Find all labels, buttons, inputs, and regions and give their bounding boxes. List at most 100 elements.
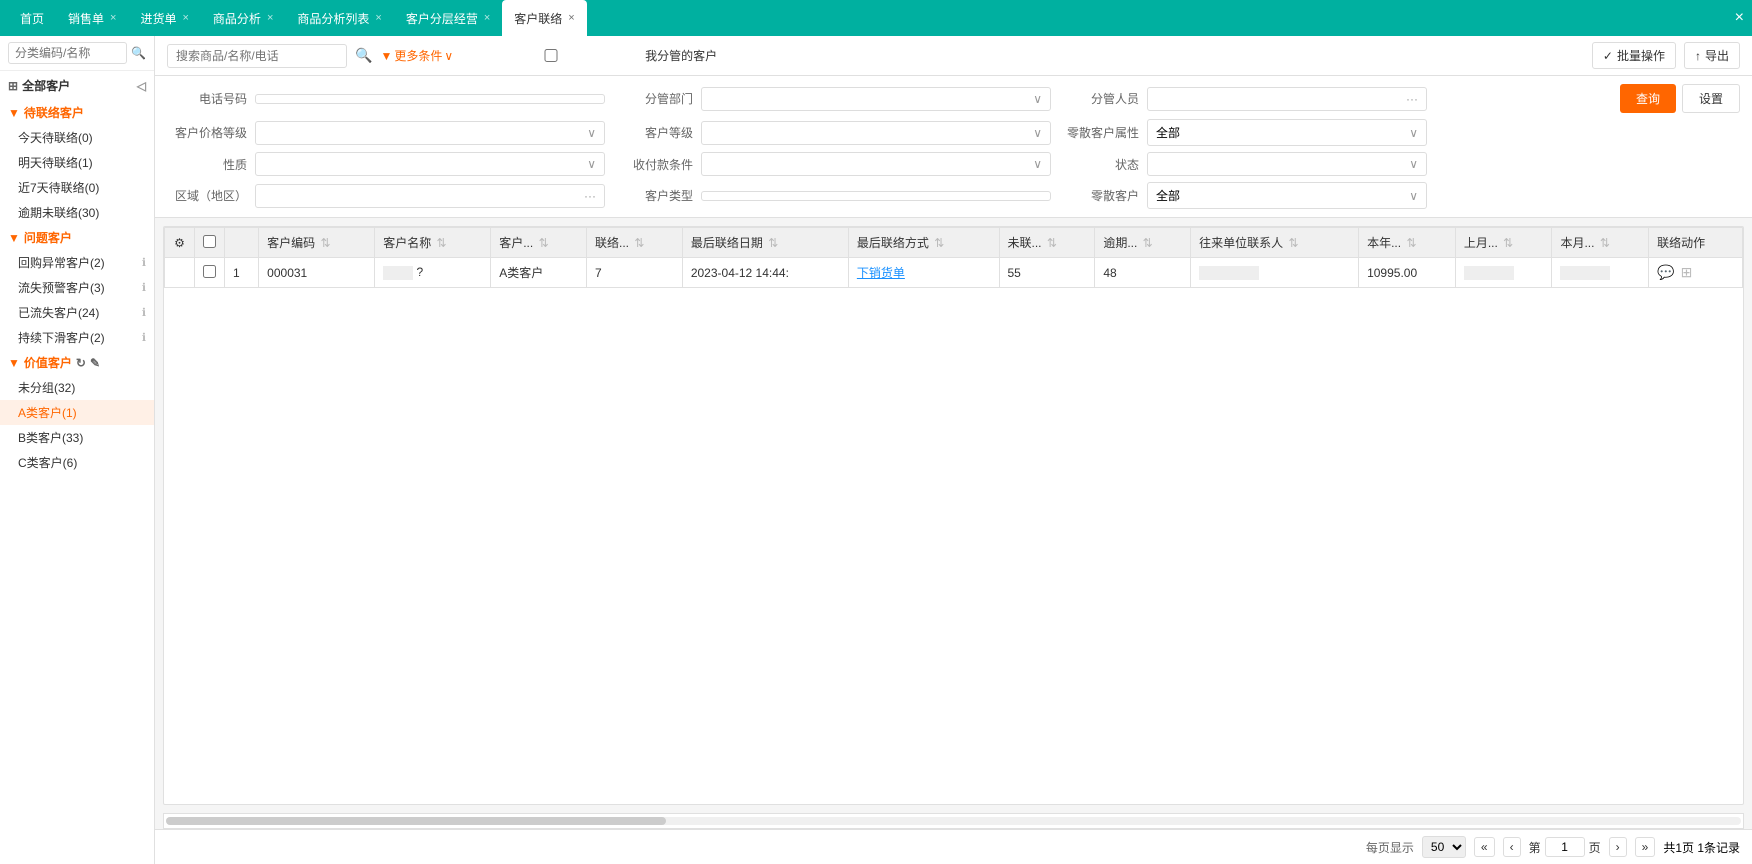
row-checkbox[interactable] bbox=[195, 258, 225, 288]
close-goods-analysis-list-tab[interactable]: × bbox=[375, 12, 381, 24]
status-input[interactable]: ∨ bbox=[1147, 152, 1427, 176]
row-this-year: 10995.00 bbox=[1359, 258, 1456, 288]
my-customers-check[interactable] bbox=[461, 49, 641, 62]
staff-input[interactable]: ··· bbox=[1147, 87, 1427, 111]
nav-tab-home[interactable]: 首页 bbox=[8, 0, 56, 36]
more-conditions-button[interactable]: ▼ 更多条件 ∨ bbox=[380, 47, 453, 64]
col-unit-contact[interactable]: 往来单位联系人 ⇅ bbox=[1191, 228, 1359, 258]
sidebar: 🔍 ⊞ 全部客户 ◁ ▼ 待联络客户 今天待联络(0) 明天待联络(1) 近7天… bbox=[0, 36, 155, 864]
retail-attr-label: 零散客户属性 bbox=[1059, 124, 1139, 141]
nav-tab-goods-analysis[interactable]: 商品分析 × bbox=[201, 0, 285, 36]
sidebar-item-class-a[interactable]: A类客户(1) bbox=[0, 400, 154, 425]
sidebar-item-churned[interactable]: 已流失客户(24) ℹ bbox=[0, 300, 154, 325]
col-customer-type[interactable]: 客户... ⇅ bbox=[491, 228, 587, 258]
page-number-input[interactable] bbox=[1545, 837, 1585, 857]
col-this-year[interactable]: 本年... ⇅ bbox=[1359, 228, 1456, 258]
info-icon-2: ℹ bbox=[142, 281, 146, 294]
level-input[interactable]: ∨ bbox=[701, 121, 1051, 145]
scrollbar-track[interactable] bbox=[166, 817, 1741, 825]
refresh-icon[interactable]: ↻ bbox=[76, 356, 86, 370]
retail-input2[interactable]: 全部∨ bbox=[1147, 182, 1427, 209]
search-input[interactable] bbox=[167, 44, 347, 68]
price-input[interactable]: ∨ bbox=[255, 121, 605, 145]
close-sales-tab[interactable]: × bbox=[110, 12, 116, 24]
col-settings[interactable]: ⚙ bbox=[165, 228, 195, 258]
col-no-contact[interactable]: 未联... ⇅ bbox=[999, 228, 1095, 258]
prev-page-button[interactable]: ‹ bbox=[1503, 837, 1521, 857]
sidebar-item-repurchase-abnormal[interactable]: 回购异常客户(2) ℹ bbox=[0, 250, 154, 275]
search-button[interactable]: 🔍 bbox=[355, 47, 372, 64]
sidebar-search-input[interactable] bbox=[8, 42, 127, 64]
section-pending-contact[interactable]: ▼ 待联络客户 bbox=[0, 100, 154, 125]
first-page-button[interactable]: « bbox=[1474, 837, 1495, 857]
last-page-button[interactable]: » bbox=[1635, 837, 1656, 857]
sidebar-item-class-b[interactable]: B类客户(33) bbox=[0, 425, 154, 450]
sort-unit-icon: ⇅ bbox=[1288, 236, 1298, 250]
close-all-tabs[interactable]: × bbox=[1735, 9, 1744, 27]
total-info: 共1页 1条记录 bbox=[1663, 839, 1740, 856]
sidebar-item-overdue[interactable]: 逾期未联络(30) bbox=[0, 200, 154, 225]
sidebar-item-today[interactable]: 今天待联络(0) bbox=[0, 125, 154, 150]
dept-input[interactable]: ∨ bbox=[701, 87, 1051, 111]
region-input[interactable]: ··· bbox=[255, 184, 605, 208]
col-checkbox[interactable] bbox=[195, 228, 225, 258]
row-select-checkbox[interactable] bbox=[203, 265, 216, 278]
col-code[interactable]: 客户编码 ⇅ bbox=[259, 228, 375, 258]
edit-icon[interactable]: ✎ bbox=[90, 356, 100, 370]
per-page-select[interactable]: 50 bbox=[1422, 836, 1466, 858]
horizontal-scrollbar[interactable] bbox=[163, 813, 1744, 829]
retail-attr-input[interactable]: 全部∨ bbox=[1147, 119, 1427, 146]
type-input[interactable] bbox=[701, 191, 1051, 201]
sidebar-item-unclassified[interactable]: 未分组(32) bbox=[0, 375, 154, 400]
adv-row-2: 客户价格等级 ∨ 客户等级 ∨ 零散客户属性 全部∨ bbox=[167, 119, 1740, 146]
batch-operation-button[interactable]: ✓ 批量操作 bbox=[1592, 42, 1676, 69]
next-page-button[interactable]: › bbox=[1609, 837, 1627, 857]
col-last-month[interactable]: 上月... ⇅ bbox=[1455, 228, 1552, 258]
sidebar-item-declining[interactable]: 持续下滑客户(2) ℹ bbox=[0, 325, 154, 350]
top-navigation: 首页 销售单 × 进货单 × 商品分析 × 商品分析列表 × 客户分层经营 × … bbox=[0, 0, 1752, 36]
grid-action-icon[interactable]: ⊞ bbox=[1681, 264, 1693, 281]
query-button[interactable]: 查询 bbox=[1620, 84, 1676, 113]
chat-icon[interactable]: 💬 bbox=[1657, 264, 1674, 281]
nature-input[interactable]: ∨ bbox=[255, 152, 605, 176]
sort-no-contact-icon: ⇅ bbox=[1047, 236, 1057, 250]
export-button[interactable]: ↑ 导出 bbox=[1684, 42, 1740, 69]
select-all-checkbox[interactable] bbox=[203, 235, 216, 248]
section-value-customers[interactable]: ▼ 价值客户 ↻ ✎ bbox=[0, 350, 154, 375]
col-name[interactable]: 客户名称 ⇅ bbox=[375, 228, 491, 258]
pay-input[interactable]: ∨ bbox=[701, 152, 1051, 176]
nav-tab-goods-analysis-list[interactable]: 商品分析列表 × bbox=[285, 0, 393, 36]
close-customer-segment-tab[interactable]: × bbox=[484, 12, 490, 24]
sidebar-item-churn-warning[interactable]: 流失预警客户(3) ℹ bbox=[0, 275, 154, 300]
section-problem-customers[interactable]: ▼ 问题客户 bbox=[0, 225, 154, 250]
nav-tab-sales[interactable]: 销售单 × bbox=[56, 0, 128, 36]
contact-method-link[interactable]: 下销货单 bbox=[857, 266, 905, 280]
my-customers-checkbox[interactable]: 我分管的客户 bbox=[461, 47, 717, 64]
col-contact[interactable]: 联络... ⇅ bbox=[587, 228, 683, 258]
nav-tab-purchase[interactable]: 进货单 × bbox=[128, 0, 200, 36]
settings-button[interactable]: 设置 bbox=[1682, 84, 1740, 113]
close-goods-analysis-tab[interactable]: × bbox=[267, 12, 273, 24]
sidebar-all-customers[interactable]: ⊞ 全部客户 ◁ bbox=[0, 71, 154, 100]
sidebar-item-7days[interactable]: 近7天待联络(0) bbox=[0, 175, 154, 200]
col-last-contact-method[interactable]: 最后联络方式 ⇅ bbox=[848, 228, 999, 258]
row-this-month bbox=[1552, 258, 1649, 288]
col-last-contact-date[interactable]: 最后联络日期 ⇅ bbox=[682, 228, 848, 258]
nav-tab-customer-segment[interactable]: 客户分层经营 × bbox=[394, 0, 502, 36]
sidebar-item-class-c[interactable]: C类客户(6) bbox=[0, 450, 154, 475]
sidebar-item-tomorrow[interactable]: 明天待联络(1) bbox=[0, 150, 154, 175]
col-this-month[interactable]: 本月... ⇅ bbox=[1552, 228, 1649, 258]
close-customer-contact-tab[interactable]: × bbox=[568, 12, 574, 24]
close-purchase-tab[interactable]: × bbox=[182, 12, 188, 24]
scrollbar-thumb[interactable] bbox=[166, 817, 666, 825]
row-overdue: 48 bbox=[1095, 258, 1191, 288]
phone-input[interactable] bbox=[255, 94, 605, 104]
name-placeholder bbox=[383, 266, 413, 280]
row-code[interactable]: 000031 bbox=[259, 258, 375, 288]
sidebar-search-icon[interactable]: 🔍 bbox=[131, 46, 146, 60]
row-last-contact-method[interactable]: 下销货单 bbox=[848, 258, 999, 288]
nav-tab-customer-contact[interactable]: 客户联络 × bbox=[502, 0, 586, 36]
collapse-icon[interactable]: ◁ bbox=[137, 79, 146, 93]
col-overdue[interactable]: 逾期... ⇅ bbox=[1095, 228, 1191, 258]
row-name[interactable]: ? bbox=[375, 258, 491, 288]
